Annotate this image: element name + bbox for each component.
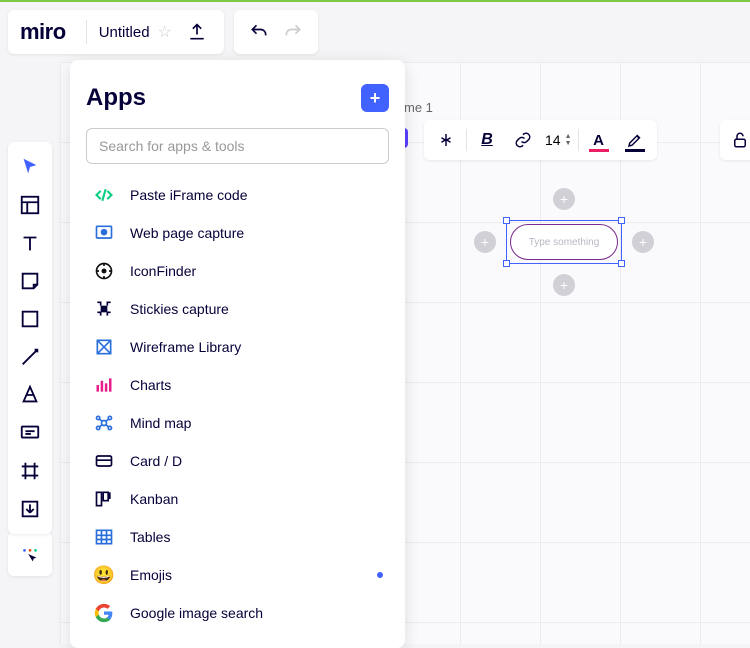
selection-box	[506, 220, 622, 264]
tables-icon	[90, 523, 118, 551]
text-color-swatch	[589, 149, 609, 152]
apps-search-input[interactable]	[86, 128, 389, 164]
font-size-value: 14	[545, 132, 561, 148]
undo-button[interactable]	[242, 15, 276, 49]
highlight-swatch	[625, 149, 645, 152]
frame-label[interactable]: me 1	[404, 100, 433, 115]
line-tool[interactable]	[12, 339, 48, 375]
star-icon[interactable]: ☆	[158, 22, 172, 42]
align-button[interactable]	[428, 122, 464, 158]
left-toolbar	[8, 142, 52, 534]
redo-button[interactable]	[276, 15, 310, 49]
emoji-icon: 😃	[90, 561, 118, 589]
web-capture-icon	[90, 219, 118, 247]
app-item-mindmap[interactable]: Mind map	[86, 404, 389, 442]
resize-handle-br[interactable]	[618, 260, 625, 267]
undo-redo-group	[234, 10, 318, 54]
app-item-wireframe[interactable]: Wireframe Library	[86, 328, 389, 366]
apps-title: Apps	[86, 84, 146, 112]
app-label: Google image search	[130, 605, 263, 621]
app-item-iconfinder[interactable]: IconFinder	[86, 252, 389, 290]
apps-list: Paste iFrame code Web page capture IconF…	[86, 176, 389, 632]
app-item-tables[interactable]: Tables	[86, 518, 389, 556]
add-connection-right[interactable]: +	[632, 231, 654, 253]
format-toolbar: B 14 ▲ ▼ A	[424, 120, 657, 160]
template-tool[interactable]	[12, 187, 48, 223]
frame-tool[interactable]	[12, 453, 48, 489]
app-item-iframe[interactable]: Paste iFrame code	[86, 176, 389, 214]
highlight-button[interactable]	[617, 122, 653, 158]
app-label: Stickies capture	[130, 301, 229, 317]
app-label: Mind map	[130, 415, 191, 431]
app-item-card[interactable]: Card / D	[86, 442, 389, 480]
app-item-emojis[interactable]: 😃 Emojis	[86, 556, 389, 594]
kanban-icon	[90, 485, 118, 513]
app-item-web-capture[interactable]: Web page capture	[86, 214, 389, 252]
app-label: Tables	[130, 529, 170, 545]
add-app-button[interactable]: +	[361, 84, 389, 112]
lock-button[interactable]	[720, 120, 750, 160]
comment-tool[interactable]	[12, 415, 48, 451]
header-main-group: miro Untitled ☆	[8, 10, 224, 54]
pen-tool[interactable]	[12, 377, 48, 413]
shape-tool[interactable]	[12, 301, 48, 337]
wireframe-icon	[90, 333, 118, 361]
upload-tool[interactable]	[12, 491, 48, 527]
app-label: Charts	[130, 377, 171, 393]
resize-handle-tr[interactable]	[618, 217, 625, 224]
bold-button[interactable]: B	[469, 122, 505, 158]
iconfinder-icon	[90, 257, 118, 285]
selected-shape[interactable]: Type something + + + +	[510, 224, 618, 260]
more-tools-button[interactable]	[8, 532, 52, 576]
apps-panel: Apps + Paste iFrame code Web page captur…	[70, 60, 405, 648]
app-label: Emojis	[130, 567, 172, 583]
app-item-kanban[interactable]: Kanban	[86, 480, 389, 518]
top-header: miro Untitled ☆	[8, 10, 318, 54]
divider	[466, 129, 467, 151]
app-label: Kanban	[130, 491, 178, 507]
mindmap-icon	[90, 409, 118, 437]
miro-logo[interactable]: miro	[20, 19, 78, 45]
select-tool[interactable]	[12, 149, 48, 185]
export-button[interactable]	[182, 17, 212, 47]
code-icon	[90, 181, 118, 209]
add-connection-bottom[interactable]: +	[553, 274, 575, 296]
font-size-down[interactable]: ▼	[565, 140, 572, 147]
text-color-button[interactable]: A	[581, 122, 617, 158]
app-label: Web page capture	[130, 225, 244, 241]
resize-handle-bl[interactable]	[503, 260, 510, 267]
app-item-stickies[interactable]: Stickies capture	[86, 290, 389, 328]
indicator-dot	[377, 572, 383, 578]
app-item-google-images[interactable]: Google image search	[86, 594, 389, 632]
charts-icon	[90, 371, 118, 399]
apps-panel-header: Apps +	[86, 84, 389, 112]
board-title[interactable]: Untitled	[95, 24, 154, 41]
app-label: Paste iFrame code	[130, 187, 248, 203]
font-size-up[interactable]: ▲	[565, 133, 572, 140]
app-label: Card / D	[130, 453, 182, 469]
header-divider	[86, 20, 87, 44]
font-size-control[interactable]: 14 ▲ ▼	[541, 132, 576, 148]
link-button[interactable]	[505, 122, 541, 158]
sticky-tool[interactable]	[12, 263, 48, 299]
card-icon	[90, 447, 118, 475]
google-icon	[90, 599, 118, 627]
add-connection-top[interactable]: +	[553, 188, 575, 210]
text-tool[interactable]	[12, 225, 48, 261]
app-label: IconFinder	[130, 263, 196, 279]
stickies-icon	[90, 295, 118, 323]
app-item-charts[interactable]: Charts	[86, 366, 389, 404]
divider	[578, 129, 579, 151]
add-connection-left[interactable]: +	[474, 231, 496, 253]
resize-handle-tl[interactable]	[503, 217, 510, 224]
app-label: Wireframe Library	[130, 339, 241, 355]
